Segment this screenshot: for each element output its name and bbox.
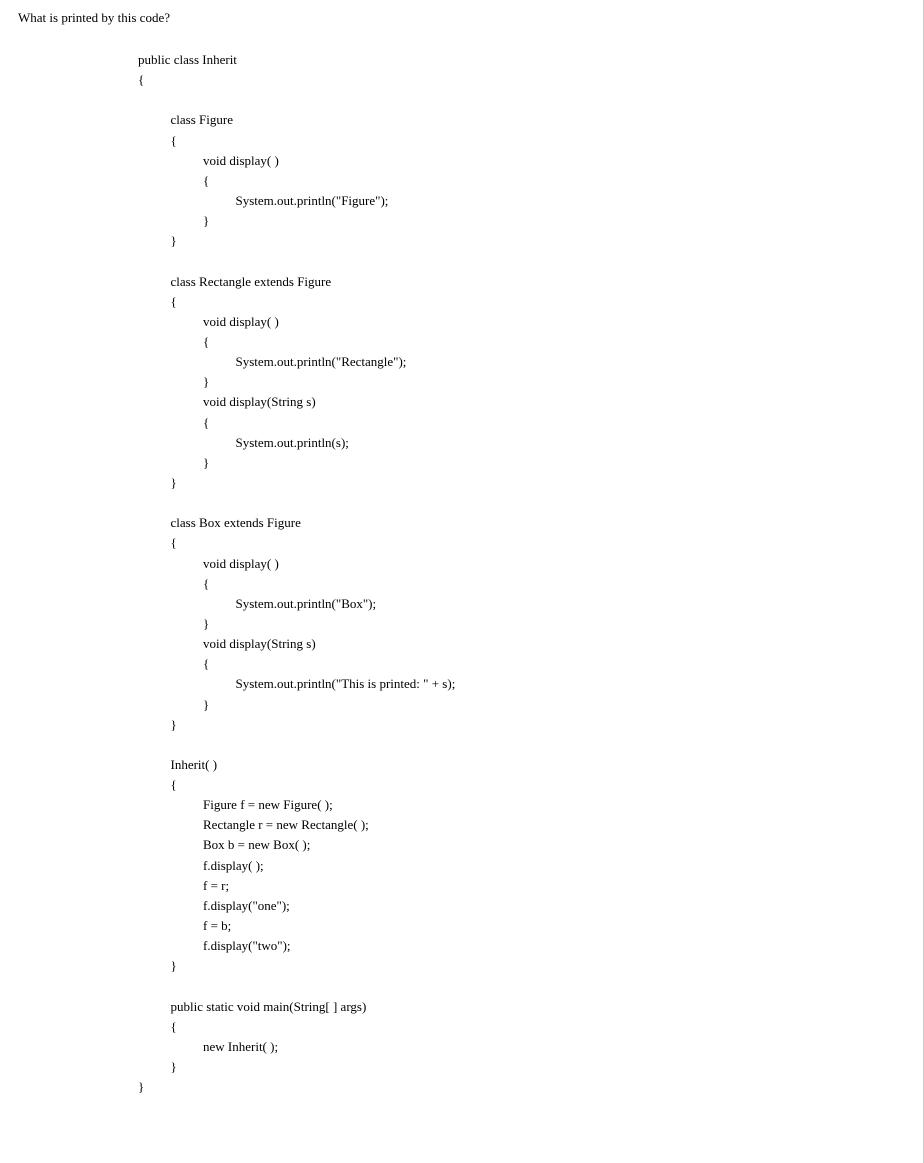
code-block: public class Inherit { class Figure { vo… [138, 50, 923, 1097]
document-container: What is printed by this code? public cla… [0, 0, 924, 1163]
question-text: What is printed by this code? [18, 10, 923, 26]
